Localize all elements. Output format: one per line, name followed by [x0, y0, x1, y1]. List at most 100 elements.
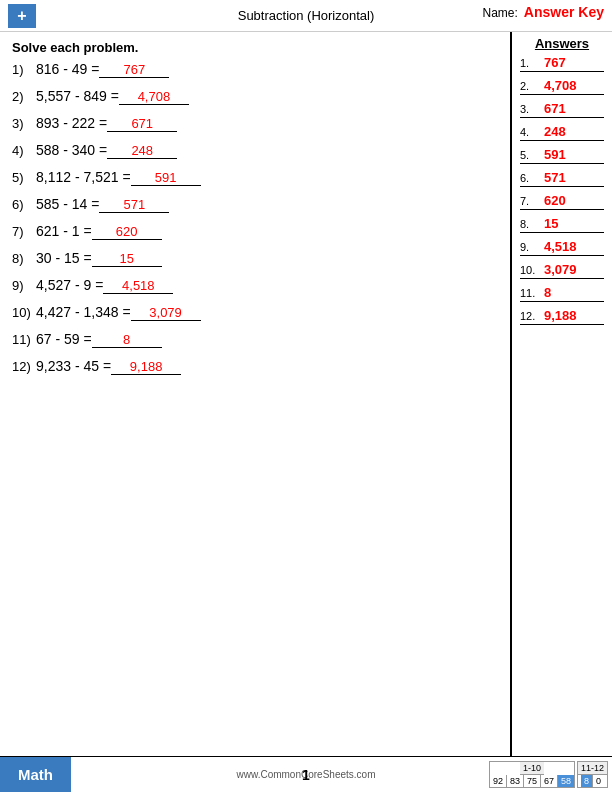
problem-row: 10) 4,427 - 1,348 = 3,079 — [12, 304, 498, 321]
instruction-text: Solve each problem. — [12, 40, 498, 55]
problem-number: 6) — [12, 197, 36, 212]
answer-row: 10. 3,079 — [520, 262, 604, 279]
answer-row: 7. 620 — [520, 193, 604, 210]
problem-expression: 67 - 59 = — [36, 331, 92, 347]
answer-field: 620 — [92, 224, 162, 240]
answer-number: 3. — [520, 103, 544, 115]
answer-row: 11. 8 — [520, 285, 604, 302]
problem-expression: 9,233 - 45 = — [36, 358, 111, 374]
problem-row: 12) 9,233 - 45 = 9,188 — [12, 358, 498, 375]
answer-field: 248 — [107, 143, 177, 159]
answer-number: 5. — [520, 149, 544, 161]
problem-number: 10) — [12, 305, 36, 320]
problem-expression: 893 - 222 = — [36, 115, 107, 131]
answer-row: 1. 767 — [520, 55, 604, 72]
problems-section: Solve each problem. 1) 816 - 49 = 767 2)… — [0, 32, 512, 756]
problem-row: 9) 4,527 - 9 = 4,518 — [12, 277, 498, 294]
answer-field: 4,518 — [103, 278, 173, 294]
answer-key-section: Answers 1. 767 2. 4,708 3. 671 4. 248 5.… — [512, 32, 612, 756]
problem-expression: 4,527 - 9 = — [36, 277, 103, 293]
answer-value: 620 — [544, 193, 566, 208]
footer-stats: 1-10 92837567 58 11-12 80 — [489, 761, 608, 788]
answer-field: 4,708 — [119, 89, 189, 105]
answer-row: 9. 4,518 — [520, 239, 604, 256]
problem-expression: 8,112 - 7,521 = — [36, 169, 131, 185]
answer-number: 11. — [520, 287, 544, 299]
answer-number: 12. — [520, 310, 544, 322]
problem-row: 4) 588 - 340 = 248 — [12, 142, 498, 159]
answer-number: 2. — [520, 80, 544, 92]
problem-number: 8) — [12, 251, 36, 266]
main-content: Solve each problem. 1) 816 - 49 = 767 2)… — [0, 32, 612, 756]
problem-expression: 5,557 - 849 = — [36, 88, 119, 104]
answer-field: 15 — [92, 251, 162, 267]
problem-expression: 30 - 15 = — [36, 250, 92, 266]
stat-val: 75 — [524, 775, 541, 787]
problem-row: 2) 5,557 - 849 = 4,708 — [12, 88, 498, 105]
problem-row: 8) 30 - 15 = 15 — [12, 250, 498, 267]
problem-row: 6) 585 - 14 = 571 — [12, 196, 498, 213]
answer-number: 1. — [520, 57, 544, 69]
problems-container: 1) 816 - 49 = 767 2) 5,557 - 849 = 4,708… — [12, 61, 498, 375]
problem-expression: 621 - 1 = — [36, 223, 92, 239]
stat-group-1-10: 1-10 92837567 58 — [489, 761, 575, 788]
answer-field: 9,188 — [111, 359, 181, 375]
page-header: + Subtraction (Horizontal) Name: Answer … — [0, 0, 612, 32]
answer-value: 8 — [544, 285, 551, 300]
answers-header: Answers — [520, 36, 604, 51]
answer-value: 767 — [544, 55, 566, 70]
page-number: 1 — [302, 767, 310, 783]
answer-row: 6. 571 — [520, 170, 604, 187]
page-footer: Math www.CommonCoreSheets.com 1 1-10 928… — [0, 756, 612, 792]
problem-number: 11) — [12, 332, 36, 347]
answer-number: 10. — [520, 264, 544, 276]
problem-number: 2) — [12, 89, 36, 104]
badge-text: Math — [18, 766, 53, 783]
problem-expression: 816 - 49 = — [36, 61, 99, 77]
answer-field: 671 — [107, 116, 177, 132]
answer-value: 9,188 — [544, 308, 577, 323]
problem-number: 12) — [12, 359, 36, 374]
answers-container: 1. 767 2. 4,708 3. 671 4. 248 5. 591 6. … — [520, 55, 604, 325]
answer-value: 571 — [544, 170, 566, 185]
stat-val: 67 — [541, 775, 558, 787]
stat-val: 0 — [593, 775, 604, 787]
answer-field: 3,079 — [131, 305, 201, 321]
answer-field: 8 — [92, 332, 162, 348]
problem-row: 1) 816 - 49 = 767 — [12, 61, 498, 78]
stat-val: 8 — [581, 775, 593, 787]
answer-number: 4. — [520, 126, 544, 138]
answer-value: 15 — [544, 216, 558, 231]
answer-value: 671 — [544, 101, 566, 116]
answer-field: 767 — [99, 62, 169, 78]
answer-row: 8. 15 — [520, 216, 604, 233]
problem-expression: 4,427 - 1,348 = — [36, 304, 131, 320]
answer-number: 7. — [520, 195, 544, 207]
answer-value: 591 — [544, 147, 566, 162]
logo-icon: + — [8, 4, 36, 28]
answer-value: 4,518 — [544, 239, 577, 254]
answer-key-label: Answer Key — [524, 4, 604, 20]
problem-number: 4) — [12, 143, 36, 158]
math-badge: Math — [0, 757, 71, 793]
problem-number: 3) — [12, 116, 36, 131]
answer-row: 4. 248 — [520, 124, 604, 141]
answer-row: 3. 671 — [520, 101, 604, 118]
problem-number: 9) — [12, 278, 36, 293]
answer-number: 6. — [520, 172, 544, 184]
problem-expression: 588 - 340 = — [36, 142, 107, 158]
answer-value: 4,708 — [544, 78, 577, 93]
name-label: Name: — [483, 6, 518, 20]
stat-label: 11-12 — [578, 762, 607, 775]
problem-number: 5) — [12, 170, 36, 185]
stat-group-11-12: 11-12 80 — [577, 761, 608, 788]
stat-val: 92 — [490, 775, 507, 787]
answer-field: 591 — [131, 170, 201, 186]
problem-number: 7) — [12, 224, 36, 239]
answer-row: 12. 9,188 — [520, 308, 604, 325]
answer-value: 3,079 — [544, 262, 577, 277]
problem-row: 7) 621 - 1 = 620 — [12, 223, 498, 240]
problem-expression: 585 - 14 = — [36, 196, 99, 212]
stat-highlight: 58 — [558, 775, 574, 787]
answer-field: 571 — [99, 197, 169, 213]
